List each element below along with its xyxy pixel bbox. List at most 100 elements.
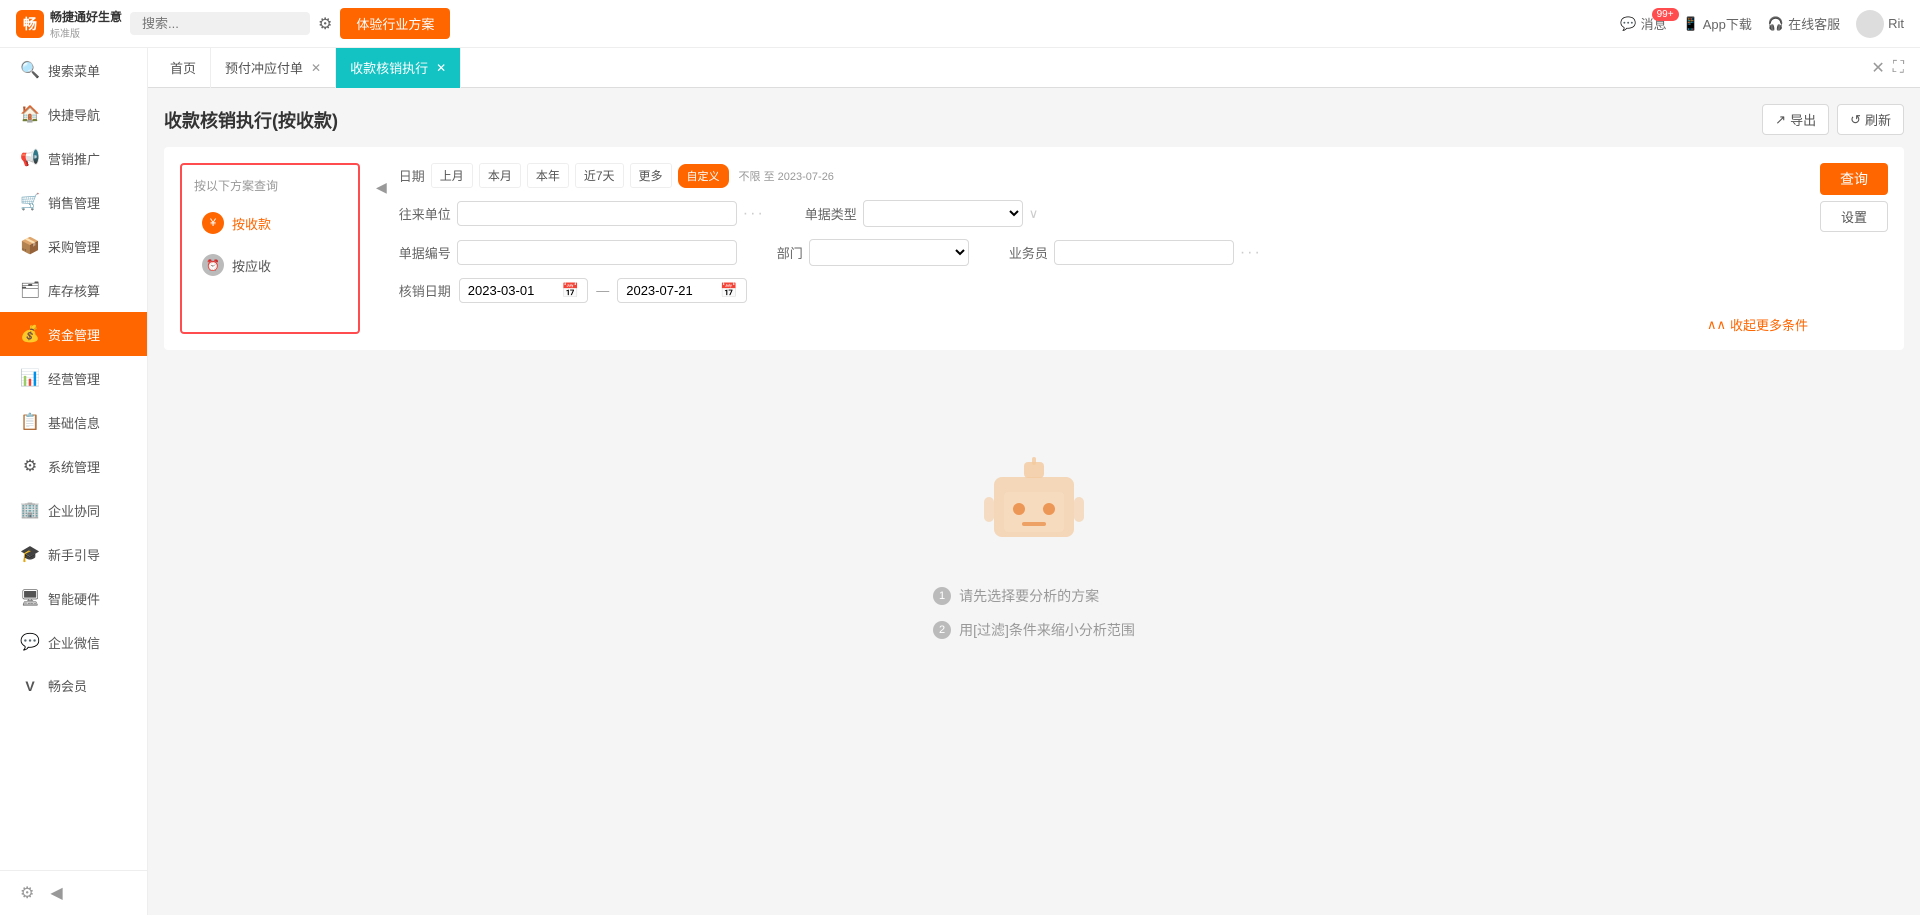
sidebar-settings-icon[interactable]: ⚙ — [20, 883, 34, 903]
verify-date-field: 核销日期 📅 — 📅 — [399, 278, 747, 303]
doc-type-select[interactable] — [863, 200, 1023, 227]
search-menu-icon: 🔍 — [20, 60, 40, 80]
basic-info-icon: 📋 — [20, 412, 40, 432]
sidebar-label-enterprise: 企业协同 — [48, 501, 100, 520]
message-btn[interactable]: 💬 消息 99+ — [1620, 14, 1666, 33]
sidebar-item-wechat[interactable]: 💬 企业微信 — [0, 620, 147, 664]
logo-icon: 畅 — [16, 10, 44, 38]
sidebar-item-operation[interactable]: 📊 经营管理 — [0, 356, 147, 400]
filter-date-row: 日期 上月 本月 本年 近7天 更多 自定义 不限 至 2023-07-26 — [399, 163, 1808, 188]
user-area[interactable]: Rit — [1856, 10, 1904, 38]
page-header: 收款核销执行(按收款) ↗ 导出 ↺ 刷新 — [164, 104, 1904, 135]
sidebar-item-enterprise[interactable]: 🏢 企业协同 — [0, 488, 147, 532]
dept-select[interactable] — [809, 239, 969, 266]
date-btn-this-year[interactable]: 本年 — [527, 163, 569, 188]
date-hint: 不限 至 2023-07-26 — [739, 168, 834, 184]
sidebar-item-purchase[interactable]: 📦 采购管理 — [0, 224, 147, 268]
sidebar-item-marketing[interactable]: 📢 营销推广 — [0, 136, 147, 180]
date-separator: — — [596, 283, 609, 298]
filter-option-by-receivable[interactable]: ⏰ 按应收 — [194, 246, 346, 284]
tab-home[interactable]: 首页 — [156, 48, 211, 88]
sidebar-item-quick-nav[interactable]: 🏠 快捷导航 — [0, 92, 147, 136]
staff-more-icon[interactable]: ··· — [1240, 244, 1262, 262]
receivable-option-icon: ⏰ — [202, 254, 224, 276]
empty-illustration — [974, 442, 1094, 562]
doc-type-chevron-icon[interactable]: ∨ — [1029, 206, 1039, 222]
doc-no-label: 单据编号 — [399, 243, 451, 262]
app-download-btn[interactable]: 📱 App下载 — [1683, 14, 1752, 33]
sidebar-item-guide[interactable]: 🎓 新手引导 — [0, 532, 147, 576]
setting-button[interactable]: 设置 — [1820, 201, 1888, 232]
partner-input[interactable] — [457, 201, 737, 226]
date-btn-custom[interactable]: 自定义 — [678, 164, 729, 188]
date-field: 日期 上月 本月 本年 近7天 更多 自定义 不限 至 2023-07-26 — [399, 163, 834, 188]
tab-close-all-icon[interactable]: ✕ — [1871, 58, 1884, 78]
gear-icon[interactable]: ⚙ — [318, 14, 332, 34]
sidebar-item-hardware[interactable]: 🖥 智能硬件 — [0, 576, 147, 620]
top-bar-left: 畅 畅捷通好生意 标准版 ⚙ 体验行业方案 — [16, 8, 1620, 40]
empty-state: 1 请先选择要分析的方案 2 用[过滤]条件来缩小分析范围 — [164, 362, 1904, 724]
receipt-option-icon: ¥ — [202, 212, 224, 234]
date-btn-this-month[interactable]: 本月 — [479, 163, 521, 188]
brand-edition: 标准版 — [50, 25, 122, 40]
user-name: Rit — [1888, 16, 1904, 31]
collapse-filter-icon[interactable]: ◀ — [376, 179, 387, 196]
doc-type-label: 单据类型 — [805, 204, 857, 223]
message-icon: 💬 — [1620, 16, 1636, 32]
sidebar-item-basic-info[interactable]: 📋 基础信息 — [0, 400, 147, 444]
verify-date-end-calendar-icon[interactable]: 📅 — [720, 282, 737, 299]
sidebar-item-member[interactable]: V 畅会员 — [0, 664, 147, 707]
service-icon: 🎧 — [1768, 16, 1784, 32]
date-btn-more[interactable]: 更多 — [630, 163, 672, 188]
collapse-more-btn[interactable]: ∧∧ 收起更多条件 — [399, 315, 1808, 334]
industry-btn[interactable]: 体验行业方案 — [340, 8, 450, 39]
filter-form: 日期 上月 本月 本年 近7天 更多 自定义 不限 至 2023-07-26 — [399, 163, 1888, 334]
top-bar-right: 💬 消息 99+ 📱 App下载 🎧 在线客服 Rit — [1620, 10, 1904, 38]
sidebar-item-inventory[interactable]: 🗂 库存核算 — [0, 268, 147, 312]
sidebar: 🔍 搜索菜单 🏠 快捷导航 📢 营销推广 🛒 销售管理 📦 采购管理 🗂 库存核… — [0, 48, 148, 915]
sidebar-label-finance: 资金管理 — [48, 325, 100, 344]
dept-label: 部门 — [777, 243, 803, 262]
tab-expand-icon[interactable]: ⛶ — [1893, 59, 1904, 77]
sidebar-item-system[interactable]: ⚙ 系统管理 — [0, 444, 147, 488]
sidebar-label-wechat: 企业微信 — [48, 633, 100, 652]
tab-prepay-close-icon[interactable]: ✕ — [311, 61, 321, 75]
verify-date-end-input[interactable] — [626, 283, 716, 298]
export-button[interactable]: ↗ 导出 — [1762, 104, 1829, 135]
tab-prepay-label: 预付冲应付单 — [225, 58, 303, 77]
tab-receipt-label: 收款核销执行 — [350, 58, 428, 77]
filter-option-by-receipt[interactable]: ¥ 按收款 — [194, 204, 346, 242]
tab-receipt-writeoff[interactable]: 收款核销执行 ✕ — [336, 48, 461, 88]
enterprise-icon: 🏢 — [20, 500, 40, 520]
tab-prepay-offset[interactable]: 预付冲应付单 ✕ — [211, 48, 336, 88]
brand-name: 畅捷通好生意 — [50, 8, 122, 25]
refresh-button[interactable]: ↺ 刷新 — [1837, 104, 1904, 135]
staff-input[interactable] — [1054, 240, 1234, 265]
tip-2-num: 2 — [933, 621, 951, 639]
sidebar-item-finance[interactable]: 💰 资金管理 — [0, 312, 147, 356]
verify-date-end-wrap: 📅 — [617, 278, 746, 303]
verify-date-start-calendar-icon[interactable]: 📅 — [562, 282, 579, 299]
main-content: 收款核销执行(按收款) ↗ 导出 ↺ 刷新 按以下方案查询 ¥ 按收款 ⏰ 按应… — [148, 88, 1920, 915]
sidebar-label-basic-info: 基础信息 — [48, 413, 100, 432]
partner-more-icon[interactable]: ··· — [743, 205, 765, 223]
online-service-btn[interactable]: 🎧 在线客服 — [1768, 14, 1840, 33]
query-button[interactable]: 查询 — [1820, 163, 1888, 195]
receipt-option-label: 按收款 — [232, 214, 271, 233]
collapse-more-icon: ∧∧ — [1707, 317, 1726, 333]
sidebar-item-sales[interactable]: 🛒 销售管理 — [0, 180, 147, 224]
sidebar-item-search-menu[interactable]: 🔍 搜索菜单 — [0, 48, 147, 92]
tab-bar: 首页 预付冲应付单 ✕ 收款核销执行 ✕ ✕ ⛶ — [148, 48, 1920, 88]
guide-icon: 🎓 — [20, 544, 40, 564]
refresh-icon: ↺ — [1850, 112, 1861, 128]
date-btn-last-month[interactable]: 上月 — [431, 163, 473, 188]
sidebar-collapse-icon[interactable]: ◀ — [50, 883, 62, 903]
top-bar: 畅 畅捷通好生意 标准版 ⚙ 体验行业方案 💬 消息 99+ 📱 App下载 🎧… — [0, 0, 1920, 48]
partner-label: 往来单位 — [399, 204, 451, 223]
date-btn-7days[interactable]: 近7天 — [575, 163, 624, 188]
doc-no-input[interactable] — [457, 240, 737, 265]
tab-receipt-close-icon[interactable]: ✕ — [436, 61, 446, 75]
verify-date-start-input[interactable] — [468, 283, 558, 298]
search-input[interactable] — [130, 12, 310, 35]
receivable-option-label: 按应收 — [232, 256, 271, 275]
